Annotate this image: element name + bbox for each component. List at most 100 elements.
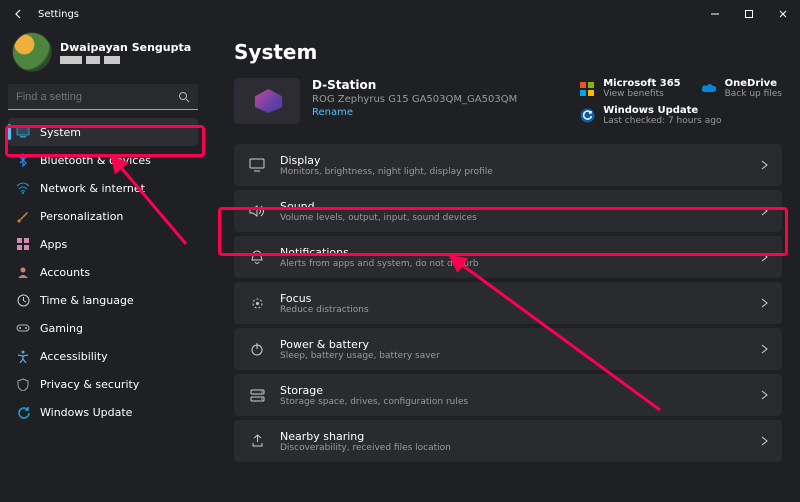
tile-onedrive[interactable]: OneDriveBack up files <box>701 78 782 99</box>
search-box[interactable] <box>8 84 198 110</box>
tile-title: OneDrive <box>725 78 782 89</box>
tile-title: Microsoft 365 <box>603 78 680 89</box>
bluetooth-icon <box>16 153 30 167</box>
chevron-right-icon <box>761 298 768 308</box>
card-sub: Monitors, brightness, night light, displ… <box>280 167 747 177</box>
card-title: Power & battery <box>280 338 747 351</box>
card-notifications[interactable]: NotificationsAlerts from apps and system… <box>234 236 782 278</box>
sidebar-item-label: Network & internet <box>40 182 145 195</box>
paintbrush-icon <box>16 209 30 223</box>
card-nearby-sharing[interactable]: Nearby sharingDiscoverability, received … <box>234 420 782 462</box>
card-title: Sound <box>280 200 747 213</box>
card-sub: Volume levels, output, input, sound devi… <box>280 213 747 223</box>
windows-update-icon <box>16 405 30 419</box>
tile-microsoft365[interactable]: Microsoft 365View benefits <box>579 78 680 99</box>
sidebar-item-label: Gaming <box>40 322 83 335</box>
chevron-right-icon <box>761 206 768 216</box>
sidebar-item-label: Windows Update <box>40 406 132 419</box>
search-icon <box>178 91 190 103</box>
apps-icon <box>16 237 30 251</box>
sidebar-item-bluetooth[interactable]: Bluetooth & devices <box>8 146 198 174</box>
sidebar-item-label: Privacy & security <box>40 378 139 391</box>
onedrive-icon <box>701 81 717 97</box>
card-title: Focus <box>280 292 747 305</box>
display-icon <box>248 158 266 172</box>
card-title: Nearby sharing <box>280 430 747 443</box>
maximize-button[interactable] <box>732 0 766 28</box>
sidebar-item-label: Apps <box>40 238 67 251</box>
close-button[interactable] <box>766 0 800 28</box>
chevron-right-icon <box>761 390 768 400</box>
card-storage[interactable]: StorageStorage space, drives, configurat… <box>234 374 782 416</box>
content-pane: System D-Station ROG Zephyrus G15 GA503Q… <box>206 28 800 502</box>
card-sub: Storage space, drives, configuration rul… <box>280 397 747 407</box>
sidebar-item-accounts[interactable]: Accounts <box>8 258 198 286</box>
tile-sub: Back up files <box>725 89 782 99</box>
card-display[interactable]: DisplayMonitors, brightness, night light… <box>234 144 782 186</box>
card-sub: Sleep, battery usage, battery saver <box>280 351 747 361</box>
sidebar-item-label: System <box>40 126 81 139</box>
tile-title: Windows Update <box>603 105 721 116</box>
tile-windows-update[interactable]: Windows UpdateLast checked: 7 hours ago <box>579 105 782 126</box>
update-icon <box>579 108 595 124</box>
share-icon <box>248 434 266 448</box>
page-title: System <box>234 40 782 64</box>
titlebar: Settings <box>0 0 800 28</box>
sidebar-item-label: Time & language <box>40 294 134 307</box>
sidebar-item-privacy[interactable]: Privacy & security <box>8 370 198 398</box>
profile[interactable]: Dwaipayan Sengupta <box>8 28 198 78</box>
avatar <box>12 32 52 72</box>
device-model: ROG Zephyrus G15 GA503QM_GA503QM <box>312 94 517 105</box>
sidebar-item-network[interactable]: Network & internet <box>8 174 198 202</box>
device-rename-link[interactable]: Rename <box>312 107 517 118</box>
sidebar-item-personalization[interactable]: Personalization <box>8 202 198 230</box>
sidebar-item-label: Accessibility <box>40 350 108 363</box>
minimize-button[interactable] <box>698 0 732 28</box>
search-input[interactable] <box>16 91 178 103</box>
sidebar-item-time[interactable]: Time & language <box>8 286 198 314</box>
window-title: Settings <box>38 9 79 20</box>
accessibility-icon <box>16 349 30 363</box>
clock-globe-icon <box>16 293 30 307</box>
shield-icon <box>16 377 30 391</box>
sidebar: Dwaipayan Sengupta System Bluetooth & de… <box>0 28 206 502</box>
sidebar-item-gaming[interactable]: Gaming <box>8 314 198 342</box>
card-sub: Alerts from apps and system, do not dist… <box>280 259 747 269</box>
card-sub: Discoverability, received files location <box>280 443 747 453</box>
sidebar-nav: System Bluetooth & devices Network & int… <box>8 118 198 426</box>
profile-email-redacted <box>60 56 191 64</box>
gamepad-icon <box>16 321 30 335</box>
sidebar-item-apps[interactable]: Apps <box>8 230 198 258</box>
sidebar-item-accessibility[interactable]: Accessibility <box>8 342 198 370</box>
card-sound[interactable]: SoundVolume levels, output, input, sound… <box>234 190 782 232</box>
system-icon <box>16 125 30 139</box>
device-name: D-Station <box>312 78 517 92</box>
card-power[interactable]: Power & batterySleep, battery usage, bat… <box>234 328 782 370</box>
card-sub: Reduce distractions <box>280 305 747 315</box>
sound-icon <box>248 204 266 218</box>
tile-sub: View benefits <box>603 89 680 99</box>
sidebar-item-system[interactable]: System <box>8 118 198 146</box>
tile-sub: Last checked: 7 hours ago <box>603 116 721 126</box>
chevron-right-icon <box>761 344 768 354</box>
chevron-right-icon <box>761 436 768 446</box>
power-icon <box>248 342 266 356</box>
sidebar-item-label: Accounts <box>40 266 90 279</box>
settings-cards: DisplayMonitors, brightness, night light… <box>234 144 782 462</box>
device-thumb <box>234 78 300 124</box>
card-title: Storage <box>280 384 747 397</box>
card-title: Display <box>280 154 747 167</box>
device-card[interactable]: D-Station ROG Zephyrus G15 GA503QM_GA503… <box>234 78 561 126</box>
m365-icon <box>579 81 595 97</box>
sidebar-item-label: Personalization <box>40 210 123 223</box>
chevron-right-icon <box>761 160 768 170</box>
storage-icon <box>248 389 266 402</box>
chevron-right-icon <box>761 252 768 262</box>
card-focus[interactable]: FocusReduce distractions <box>234 282 782 324</box>
card-title: Notifications <box>280 246 747 259</box>
focus-icon <box>248 296 266 311</box>
sidebar-item-windows-update[interactable]: Windows Update <box>8 398 198 426</box>
back-button[interactable] <box>4 0 32 28</box>
person-icon <box>16 265 30 279</box>
profile-name: Dwaipayan Sengupta <box>60 41 191 54</box>
